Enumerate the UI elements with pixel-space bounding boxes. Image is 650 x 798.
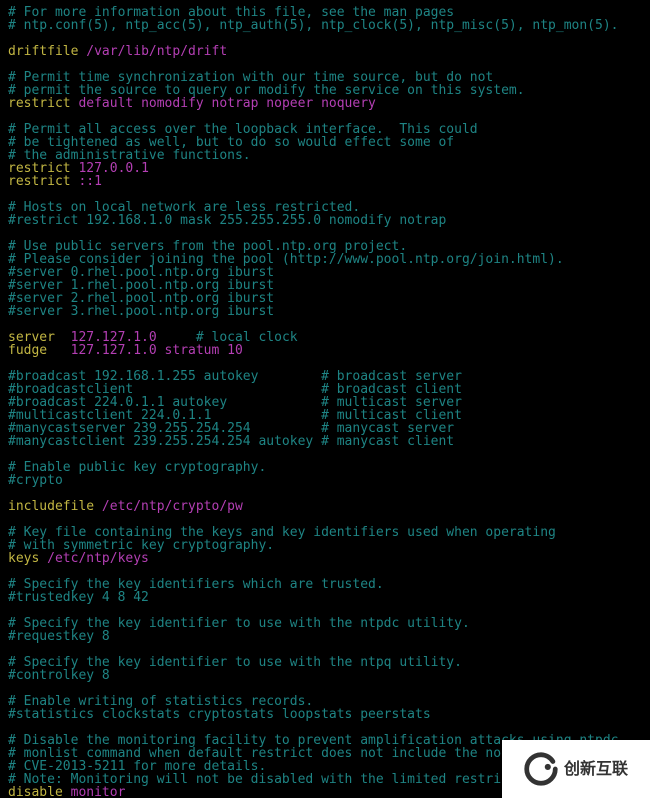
code-token: keys [8, 551, 39, 566]
code-token: restrict [8, 96, 71, 111]
code-token: includefile [8, 499, 94, 514]
code-token: restrict [8, 174, 71, 189]
code-token: fudge [8, 343, 47, 358]
config-file-content[interactable]: # For more information about this file, … [0, 0, 650, 798]
watermark-text: 创新互联 [564, 763, 628, 776]
watermark-badge: 创新互联 [502, 740, 650, 798]
code-token: default nomodify notrap nopeer noquery [71, 96, 376, 111]
code-token: #trustedkey 4 8 42 [8, 590, 149, 605]
code-token: disable [8, 785, 63, 798]
code-token: #server 3.rhel.pool.ntp.org iburst [8, 304, 274, 319]
code-token: #statistics clockstats cryptostats loops… [8, 707, 431, 722]
code-token: /etc/ntp/keys [39, 551, 149, 566]
code-token: #controlkey 8 [8, 668, 110, 683]
code-token: 127.127.1.0 stratum 10 [47, 343, 243, 358]
code-token: driftfile [8, 44, 78, 59]
code-token: #crypto [8, 473, 63, 488]
code-token: /etc/ntp/crypto/pw [94, 499, 243, 514]
code-token: /var/lib/ntp/drift [78, 44, 227, 59]
watermark-logo-icon [524, 752, 558, 786]
code-token: # ntp.conf(5), ntp_acc(5), ntp_auth(5), … [8, 18, 618, 33]
code-token: monitor [63, 785, 126, 798]
code-token: #requestkey 8 [8, 629, 110, 644]
code-token: #restrict 192.168.1.0 mask 255.255.255.0… [8, 213, 446, 228]
code-token: ::1 [71, 174, 102, 189]
code-token: #manycastclient 239.255.254.254 autokey … [8, 434, 454, 449]
